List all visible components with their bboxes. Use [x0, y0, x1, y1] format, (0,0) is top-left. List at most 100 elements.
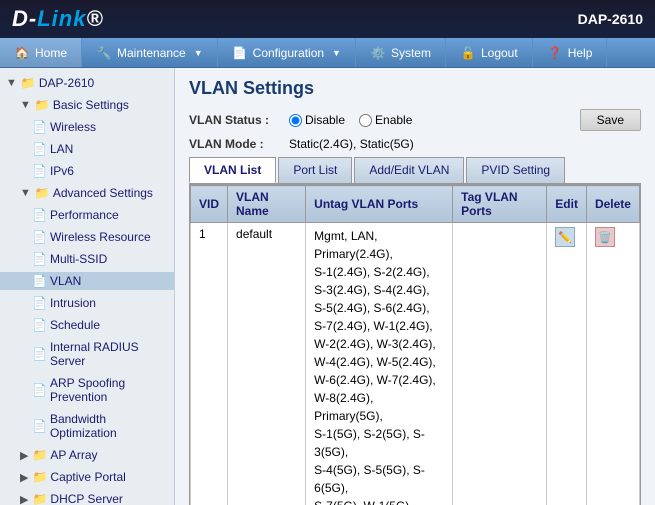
col-untag-ports: Untag VLAN Ports [306, 186, 453, 223]
sidebar-intrusion-label: Intrusion [50, 296, 96, 310]
cell-tag-ports [453, 223, 547, 505]
col-vlan-name: VLAN Name [228, 186, 306, 223]
content-area: VLAN Settings VLAN Status : Disable Enab… [175, 68, 655, 505]
page-ipv6-icon: 📄 [32, 164, 47, 178]
sidebar-wireless-label: Wireless [50, 120, 96, 134]
table-row: 1 default Mgmt, LAN, Primary(2.4G), S-1(… [191, 223, 640, 505]
sidebar-item-lan[interactable]: 📄 LAN [0, 138, 174, 160]
tab-port-list[interactable]: Port List [278, 157, 352, 183]
sidebar-multi-ssid-label: Multi-SSID [50, 252, 107, 266]
tab-add-edit-vlan[interactable]: Add/Edit VLAN [354, 157, 464, 183]
sidebar-item-dap2610[interactable]: ▼ 📁 DAP-2610 [0, 72, 174, 94]
sidebar-item-ipv6[interactable]: 📄 IPv6 [0, 160, 174, 182]
nav-help[interactable]: ❓ Help [533, 38, 608, 67]
vlan-table: VID VLAN Name Untag VLAN Ports Tag VLAN … [190, 185, 640, 505]
cell-vid: 1 [191, 223, 228, 505]
edit-icon[interactable]: ✏️ [555, 227, 575, 247]
configuration-icon: 📄 [232, 45, 248, 61]
page-bandwidth-icon: 📄 [32, 419, 47, 433]
nav-configuration[interactable]: 📄 Configuration ▼ [218, 38, 356, 67]
folder-dhcp-icon: 📁 [32, 492, 47, 505]
vlan-status-disable-label: Disable [305, 113, 345, 127]
nav-maintenance[interactable]: 🔧 Maintenance ▼ [82, 38, 218, 67]
col-vid: VID [191, 186, 228, 223]
sidebar-item-multi-ssid[interactable]: 📄 Multi-SSID [0, 248, 174, 270]
sidebar-vlan-label: VLAN [50, 274, 81, 288]
expand-dhcp-icon: ▶ [20, 493, 28, 505]
expand-advanced-icon: ▼ [20, 187, 31, 199]
vlan-status-enable-option[interactable]: Enable [359, 113, 412, 127]
page-performance-icon: 📄 [32, 208, 47, 222]
sidebar-item-ap-array[interactable]: ▶ 📁 AP Array [0, 444, 174, 466]
tab-vlan-list[interactable]: VLAN List [189, 157, 276, 183]
sidebar: ▼ 📁 DAP-2610 ▼ 📁 Basic Settings 📄 Wirele… [0, 68, 175, 505]
help-icon: ❓ [547, 45, 563, 61]
home-icon: 🏠 [14, 45, 30, 61]
cell-delete-action[interactable]: 🗑️ [586, 223, 639, 505]
vlan-status-enable-label: Enable [375, 113, 412, 127]
system-icon: ⚙️ [370, 45, 386, 61]
sidebar-ipv6-label: IPv6 [50, 164, 74, 178]
delete-action-icons: 🗑️ [595, 227, 631, 247]
sidebar-schedule-label: Schedule [50, 318, 100, 332]
sidebar-lan-label: LAN [50, 142, 73, 156]
sidebar-performance-label: Performance [50, 208, 119, 222]
sidebar-item-intrusion[interactable]: 📄 Intrusion [0, 292, 174, 314]
vlan-status-disable-radio[interactable] [289, 114, 302, 127]
tabs: VLAN List Port List Add/Edit VLAN PVID S… [189, 157, 641, 184]
sidebar-item-advanced-settings[interactable]: ▼ 📁 Advanced Settings [0, 182, 174, 204]
sidebar-item-wireless-resource[interactable]: 📄 Wireless Resource [0, 226, 174, 248]
expand-basic-icon: ▼ [20, 99, 31, 111]
sidebar-item-performance[interactable]: 📄 Performance [0, 204, 174, 226]
sidebar-item-arp[interactable]: 📄 ARP Spoofing Prevention [0, 372, 174, 408]
nav-system[interactable]: ⚙️ System [356, 38, 446, 67]
nav-system-label: System [391, 46, 431, 60]
page-intrusion-icon: 📄 [32, 296, 47, 310]
dlink-logo: D-Link® [12, 6, 104, 32]
logout-icon: 🔓 [460, 45, 476, 61]
vlan-status-enable-radio[interactable] [359, 114, 372, 127]
cell-untag-ports: Mgmt, LAN, Primary(2.4G), S-1(2.4G), S-2… [306, 223, 453, 505]
cell-edit-action[interactable]: ✏️ [547, 223, 587, 505]
page-wireless-icon: 📄 [32, 120, 47, 134]
sidebar-item-bandwidth[interactable]: 📄 Bandwidth Optimization [0, 408, 174, 444]
nav-home[interactable]: 🏠 Home [0, 38, 82, 67]
col-edit: Edit [547, 186, 587, 223]
configuration-arrow-icon: ▼ [332, 48, 341, 58]
vlan-status-radio-group: Disable Enable [289, 113, 412, 127]
save-button[interactable]: Save [580, 109, 641, 131]
sidebar-item-basic-settings[interactable]: ▼ 📁 Basic Settings [0, 94, 174, 116]
sidebar-ap-array-label: AP Array [50, 448, 97, 462]
nav-help-label: Help [568, 46, 593, 60]
sidebar-item-dhcp-server[interactable]: ▶ 📁 DHCP Server [0, 488, 174, 505]
sidebar-basic-settings-label: Basic Settings [53, 98, 129, 112]
page-title: VLAN Settings [189, 78, 641, 99]
nav-configuration-label: Configuration [253, 46, 324, 60]
sidebar-item-vlan[interactable]: 📄 VLAN [0, 270, 174, 292]
folder-advanced-icon: 📁 [35, 186, 50, 200]
nav-logout-label: Logout [481, 46, 518, 60]
sidebar-item-wireless[interactable]: 📄 Wireless [0, 116, 174, 138]
page-wr-icon: 📄 [32, 230, 47, 244]
sidebar-item-captive-portal[interactable]: ▶ 📁 Captive Portal [0, 466, 174, 488]
nav-logout[interactable]: 🔓 Logout [446, 38, 533, 67]
nav-home-label: Home [35, 46, 67, 60]
edit-action-icons: ✏️ [555, 227, 578, 247]
sidebar-item-schedule[interactable]: 📄 Schedule [0, 314, 174, 336]
col-tag-ports: Tag VLAN Ports [453, 186, 547, 223]
main-layout: ▼ 📁 DAP-2610 ▼ 📁 Basic Settings 📄 Wirele… [0, 68, 655, 505]
page-schedule-icon: 📄 [32, 318, 47, 332]
folder-icon: 📁 [21, 76, 36, 90]
sidebar-advanced-settings-label: Advanced Settings [53, 186, 153, 200]
sidebar-item-radius[interactable]: 📄 Internal RADIUS Server [0, 336, 174, 372]
delete-icon[interactable]: 🗑️ [595, 227, 615, 247]
vlan-status-disable-option[interactable]: Disable [289, 113, 345, 127]
sidebar-captive-label: Captive Portal [50, 470, 125, 484]
page-arp-icon: 📄 [32, 383, 47, 397]
page-multissid-icon: 📄 [32, 252, 47, 266]
nav-maintenance-label: Maintenance [117, 46, 186, 60]
navbar: 🏠 Home 🔧 Maintenance ▼ 📄 Configuration ▼… [0, 38, 655, 68]
expand-icon: ▼ [6, 77, 17, 89]
tab-pvid-setting[interactable]: PVID Setting [466, 157, 565, 183]
col-delete: Delete [586, 186, 639, 223]
